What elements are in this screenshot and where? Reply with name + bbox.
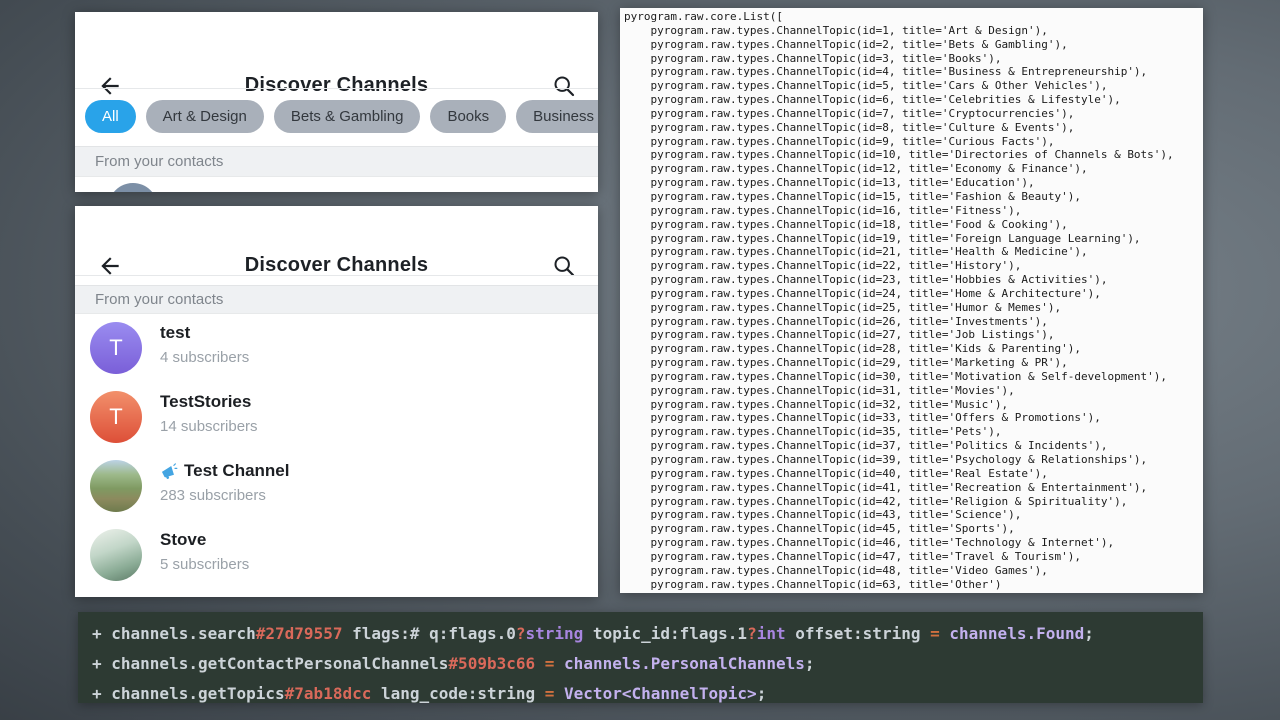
category-chip[interactable]: Business & Entrepreneurship <box>516 100 598 133</box>
tl-schema-diff-bar: + channels.search#27d79557 flags:# q:fla… <box>78 612 1203 703</box>
header-divider <box>75 275 598 276</box>
header-divider <box>75 88 598 89</box>
page-title: Discover Channels <box>244 74 429 96</box>
megaphone-icon <box>161 463 178 480</box>
channel-list: Ttest 4 subscribers T TestStories 14 subscri… <box>75 314 598 597</box>
category-chips-row: All Art & Design Bets & Gambling Books Busin… <box>75 100 598 133</box>
section-header: From your contacts <box>75 285 598 314</box>
channel-list-item[interactable]: Test Channel 283 subscribers <box>75 452 598 521</box>
subscriber-count: 283 subscribers <box>160 487 266 504</box>
channel-list-item[interactable]: Stove 5 subscribers <box>75 521 598 590</box>
category-chip[interactable]: All <box>85 100 136 133</box>
tl-schema-lines: + channels.search#27d79557 flags:# q:fla… <box>78 612 1203 709</box>
channel-avatar: T <box>90 391 142 443</box>
search-icon[interactable] <box>552 74 576 98</box>
tl-schema-line: + channels.getTopics#7ab18dcc lang_code:… <box>92 684 767 703</box>
section-header: From your contacts <box>75 146 598 177</box>
channel-name: Stove <box>160 530 207 549</box>
subscriber-count: 4 subscribers <box>160 349 250 366</box>
discover-channels-screen-contacts: Discover Channels From your contacts Tte… <box>75 206 598 597</box>
tl-schema-line: + channels.search#27d79557 flags:# q:fla… <box>92 624 1094 643</box>
channel-avatar <box>90 529 142 581</box>
discover-channels-screen-categories: Discover Channels All Art & Design Bets & … <box>75 12 598 192</box>
channel-name: Test Channel <box>160 461 289 481</box>
channel-avatar <box>90 460 142 512</box>
channel-list-item[interactable]: T TestStories 14 subscribers <box>75 383 598 452</box>
console-text: pyrogram.raw.core.List([ pyrogram.raw.ty… <box>624 10 1174 591</box>
channel-list-item[interactable]: Ttest 4 subscribers <box>75 314 598 383</box>
channel-avatar: T <box>90 322 142 374</box>
category-chip[interactable]: Books <box>430 100 507 133</box>
channel-name: TestStories <box>160 392 252 411</box>
page-title: Discover Channels <box>244 254 429 276</box>
subscriber-count: 14 subscribers <box>160 418 258 435</box>
channel-name: test <box>160 323 191 342</box>
category-chip[interactable]: Bets & Gambling <box>273 100 421 133</box>
partial-avatar <box>108 183 158 192</box>
tl-schema-line: + channels.getContactPersonalChannels#50… <box>92 654 815 673</box>
category-chip[interactable]: Art & Design <box>145 100 264 133</box>
app-header: Discover Channels <box>75 224 598 277</box>
subscriber-count: 5 subscribers <box>160 556 250 573</box>
python-console-output: pyrogram.raw.core.List([ pyrogram.raw.ty… <box>620 8 1203 593</box>
screenshot-stage: Discover Channels All Art & Design Bets & … <box>0 0 1280 720</box>
app-header: Discover Channels <box>75 40 598 97</box>
